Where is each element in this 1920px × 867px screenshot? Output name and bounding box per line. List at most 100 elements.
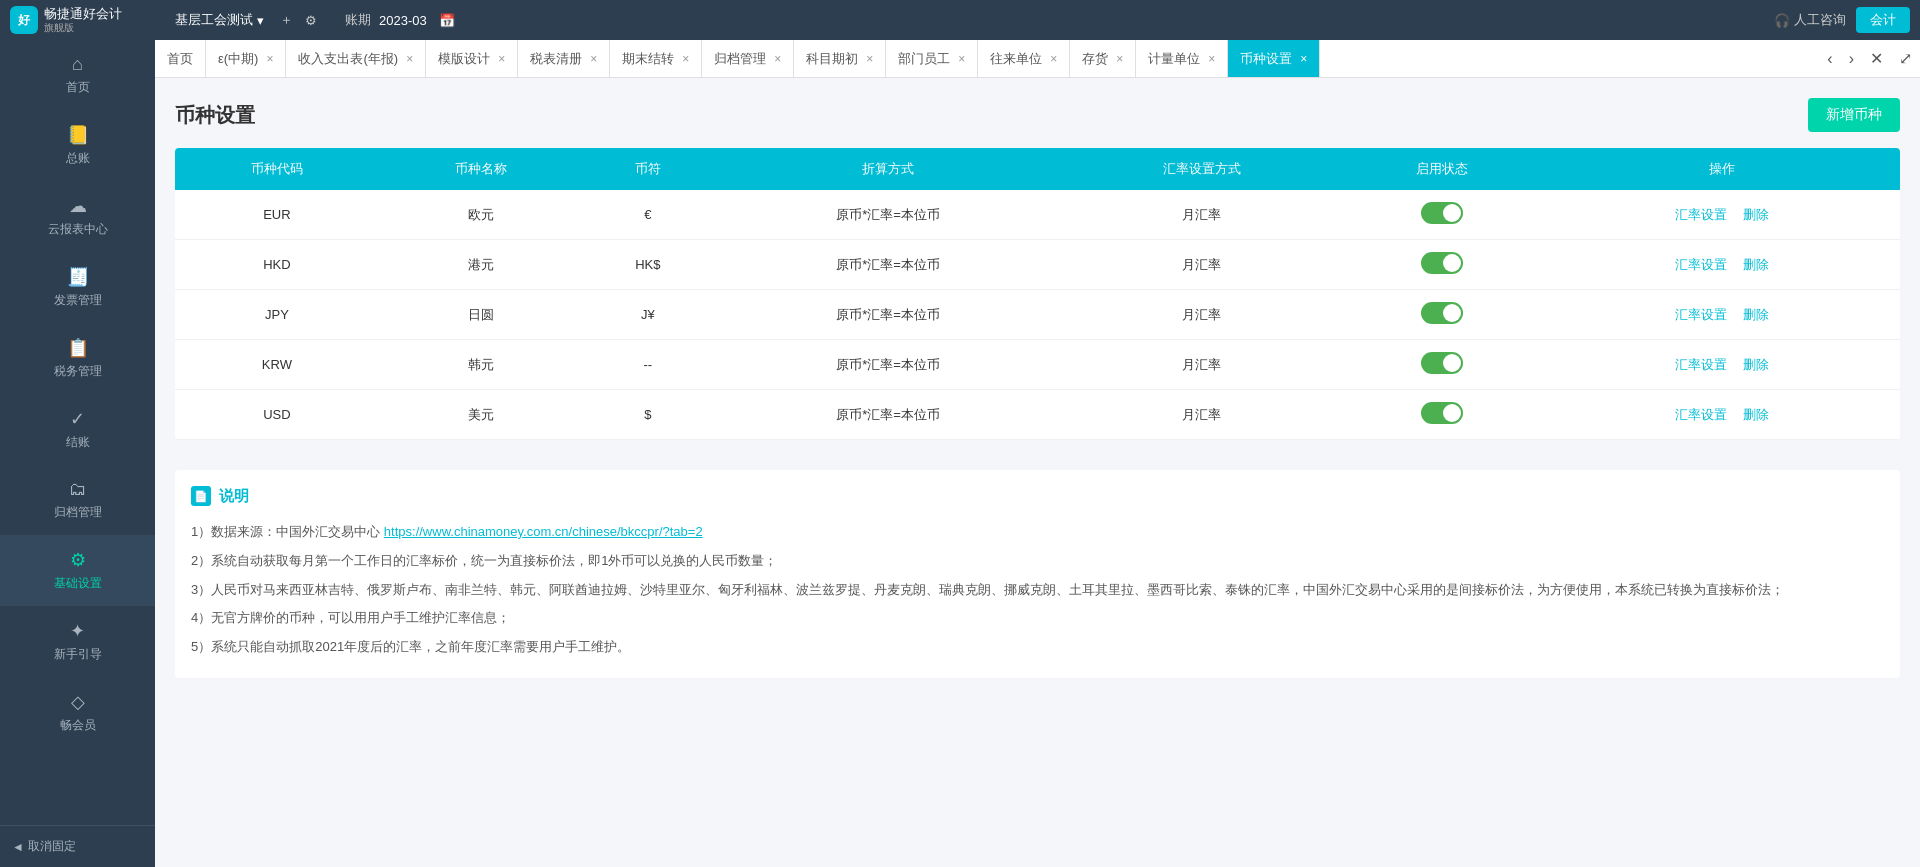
cell-method: 原币*汇率=本位币	[713, 290, 1063, 340]
add-workspace-button[interactable]: ＋	[280, 11, 293, 29]
tab-period[interactable]: ε(中期) ×	[206, 40, 286, 77]
tab-label: 期末结转	[622, 50, 674, 68]
rate-settings-link[interactable]: 汇率设置	[1675, 407, 1727, 422]
title-bar: 好 畅捷通好会计 旗舰版 基层工会测试 ▾ ＋ ⚙ 账期 2023-03 📅 🎧…	[0, 0, 1920, 40]
tab-label: ε(中期)	[218, 50, 258, 68]
delete-link[interactable]: 删除	[1743, 207, 1769, 222]
tab-close-icon[interactable]: ×	[958, 52, 965, 66]
tab-units[interactable]: 计量单位 ×	[1136, 40, 1228, 77]
sidebar-item-label: 首页	[66, 79, 90, 96]
headphone-icon: 🎧	[1774, 13, 1790, 28]
enable-toggle[interactable]	[1421, 202, 1463, 224]
tab-label: 模版设计	[438, 50, 490, 68]
sidebar-item-home[interactable]: ⌂ 首页	[0, 40, 155, 110]
tab-close-icon[interactable]: ×	[590, 52, 597, 66]
support-button[interactable]: 🎧 人工咨询	[1774, 11, 1846, 29]
tab-yearend[interactable]: 期末结转 ×	[610, 40, 702, 77]
sidebar-item-settings[interactable]: ⚙ 基础设置	[0, 535, 155, 606]
rate-settings-link[interactable]: 汇率设置	[1675, 207, 1727, 222]
tab-close-all-button[interactable]: ✕	[1862, 40, 1891, 78]
table-row: EUR 欧元 € 原币*汇率=本位币 月汇率 汇率设置 删除	[175, 190, 1900, 240]
settings-icon[interactable]: ⚙	[305, 13, 317, 28]
sidebar-item-archive[interactable]: 🗂 归档管理	[0, 465, 155, 535]
tab-close-icon[interactable]: ×	[406, 52, 413, 66]
logo: 好 畅捷通好会计 旗舰版	[10, 6, 165, 34]
notes-list: 1）数据来源：中国外汇交易中心 https://www.chinamoney.c…	[191, 518, 1884, 662]
archive-icon: 🗂	[69, 479, 87, 500]
rate-settings-link[interactable]: 汇率设置	[1675, 307, 1727, 322]
currency-table: 币种代码 币种名称 币符 折算方式 汇率设置方式 启用状态 操作 EUR 欧元 …	[175, 148, 1900, 440]
table-row: USD 美元 $ 原币*汇率=本位币 月汇率 汇率设置 删除	[175, 390, 1900, 440]
account-button[interactable]: 会计	[1856, 7, 1910, 33]
page-title: 币种设置	[175, 102, 255, 129]
sidebar-collapse-button[interactable]: ◄ ◄ 取消固定 取消固定	[0, 825, 155, 867]
cell-status	[1340, 340, 1544, 390]
tab-label: 收入支出表(年报)	[298, 50, 398, 68]
sidebar-item-ledger[interactable]: 📒 总账	[0, 110, 155, 181]
col-status: 启用状态	[1340, 148, 1544, 190]
sidebar-item-close[interactable]: ✓ 结账	[0, 394, 155, 465]
enable-toggle[interactable]	[1421, 352, 1463, 374]
tab-archive[interactable]: 归档管理 ×	[702, 40, 794, 77]
tab-template[interactable]: 模版设计 ×	[426, 40, 518, 77]
tab-close-icon[interactable]: ×	[682, 52, 689, 66]
tab-close-icon[interactable]: ×	[774, 52, 781, 66]
tab-close-icon[interactable]: ×	[1116, 52, 1123, 66]
china-money-link[interactable]: https://www.chinamoney.com.cn/chinese/bk…	[384, 524, 703, 539]
rate-settings-link[interactable]: 汇率设置	[1675, 257, 1727, 272]
workspace-selector[interactable]: 基层工会测试 ▾	[175, 11, 264, 29]
enable-toggle[interactable]	[1421, 302, 1463, 324]
notes-title: 说明	[219, 487, 249, 506]
period-label: 账期	[345, 11, 371, 29]
cell-name: 美元	[379, 390, 583, 440]
delete-link[interactable]: 删除	[1743, 357, 1769, 372]
settings-gear-icon: ⚙	[70, 549, 86, 571]
cloud-icon: ☁	[69, 195, 87, 217]
cell-actions: 汇率设置 删除	[1544, 290, 1900, 340]
cell-name: 港元	[379, 240, 583, 290]
dropdown-arrow-icon: ▾	[257, 13, 264, 28]
notes-section: 📄 说明 1）数据来源：中国外汇交易中心 https://www.chinamo…	[175, 470, 1900, 678]
enable-toggle[interactable]	[1421, 252, 1463, 274]
tab-close-icon[interactable]: ×	[1050, 52, 1057, 66]
tab-close-icon[interactable]: ×	[266, 52, 273, 66]
logo-sub: 旗舰版	[44, 22, 122, 34]
cell-status	[1340, 240, 1544, 290]
list-item: 3）人民币对马来西亚林吉特、俄罗斯卢布、南非兰特、韩元、阿联酋迪拉姆、沙特里亚尔…	[191, 576, 1884, 605]
tab-partners[interactable]: 往来单位 ×	[978, 40, 1070, 77]
tab-inventory[interactable]: 存货 ×	[1070, 40, 1136, 77]
cell-status	[1340, 390, 1544, 440]
tab-tax[interactable]: 税表清册 ×	[518, 40, 610, 77]
sidebar-item-tax[interactable]: 📋 税务管理	[0, 323, 155, 394]
calendar-icon[interactable]: 📅	[439, 13, 455, 28]
invoice-icon: 🧾	[67, 266, 89, 288]
new-currency-button[interactable]: 新增币种	[1808, 98, 1900, 132]
rate-settings-link[interactable]: 汇率设置	[1675, 357, 1727, 372]
sidebar-item-reports[interactable]: ☁ 云报表中心	[0, 181, 155, 252]
title-bar-right: 🎧 人工咨询 会计	[1774, 7, 1910, 33]
delete-link[interactable]: 删除	[1743, 407, 1769, 422]
sidebar-item-member[interactable]: ◇ 畅会员	[0, 677, 155, 748]
sidebar-item-invoice[interactable]: 🧾 发票管理	[0, 252, 155, 323]
tab-next-button[interactable]: ›	[1841, 40, 1862, 78]
tab-subjects[interactable]: 科目期初 ×	[794, 40, 886, 77]
delete-link[interactable]: 删除	[1743, 257, 1769, 272]
enable-toggle[interactable]	[1421, 402, 1463, 424]
sidebar-item-guide[interactable]: ✦ 新手引导	[0, 606, 155, 677]
collapse-icon: ◄	[12, 840, 24, 854]
tab-prev-button[interactable]: ‹	[1819, 40, 1840, 78]
delete-link[interactable]: 删除	[1743, 307, 1769, 322]
tab-close-icon[interactable]: ×	[866, 52, 873, 66]
tab-expand-button[interactable]: ⤢	[1891, 40, 1920, 78]
tab-close-icon[interactable]: ×	[1300, 52, 1307, 66]
col-symbol: 币符	[583, 148, 713, 190]
tab-dept[interactable]: 部门员工 ×	[886, 40, 978, 77]
tab-close-icon[interactable]: ×	[498, 52, 505, 66]
tab-close-icon[interactable]: ×	[1208, 52, 1215, 66]
tab-currency[interactable]: 币种设置 ×	[1228, 40, 1320, 77]
sidebar-item-label: 畅会员	[60, 717, 96, 734]
tab-income[interactable]: 收入支出表(年报) ×	[286, 40, 426, 77]
home-icon: ⌂	[72, 54, 83, 75]
tab-home[interactable]: 首页	[155, 40, 206, 77]
sidebar-item-label: 结账	[66, 434, 90, 451]
